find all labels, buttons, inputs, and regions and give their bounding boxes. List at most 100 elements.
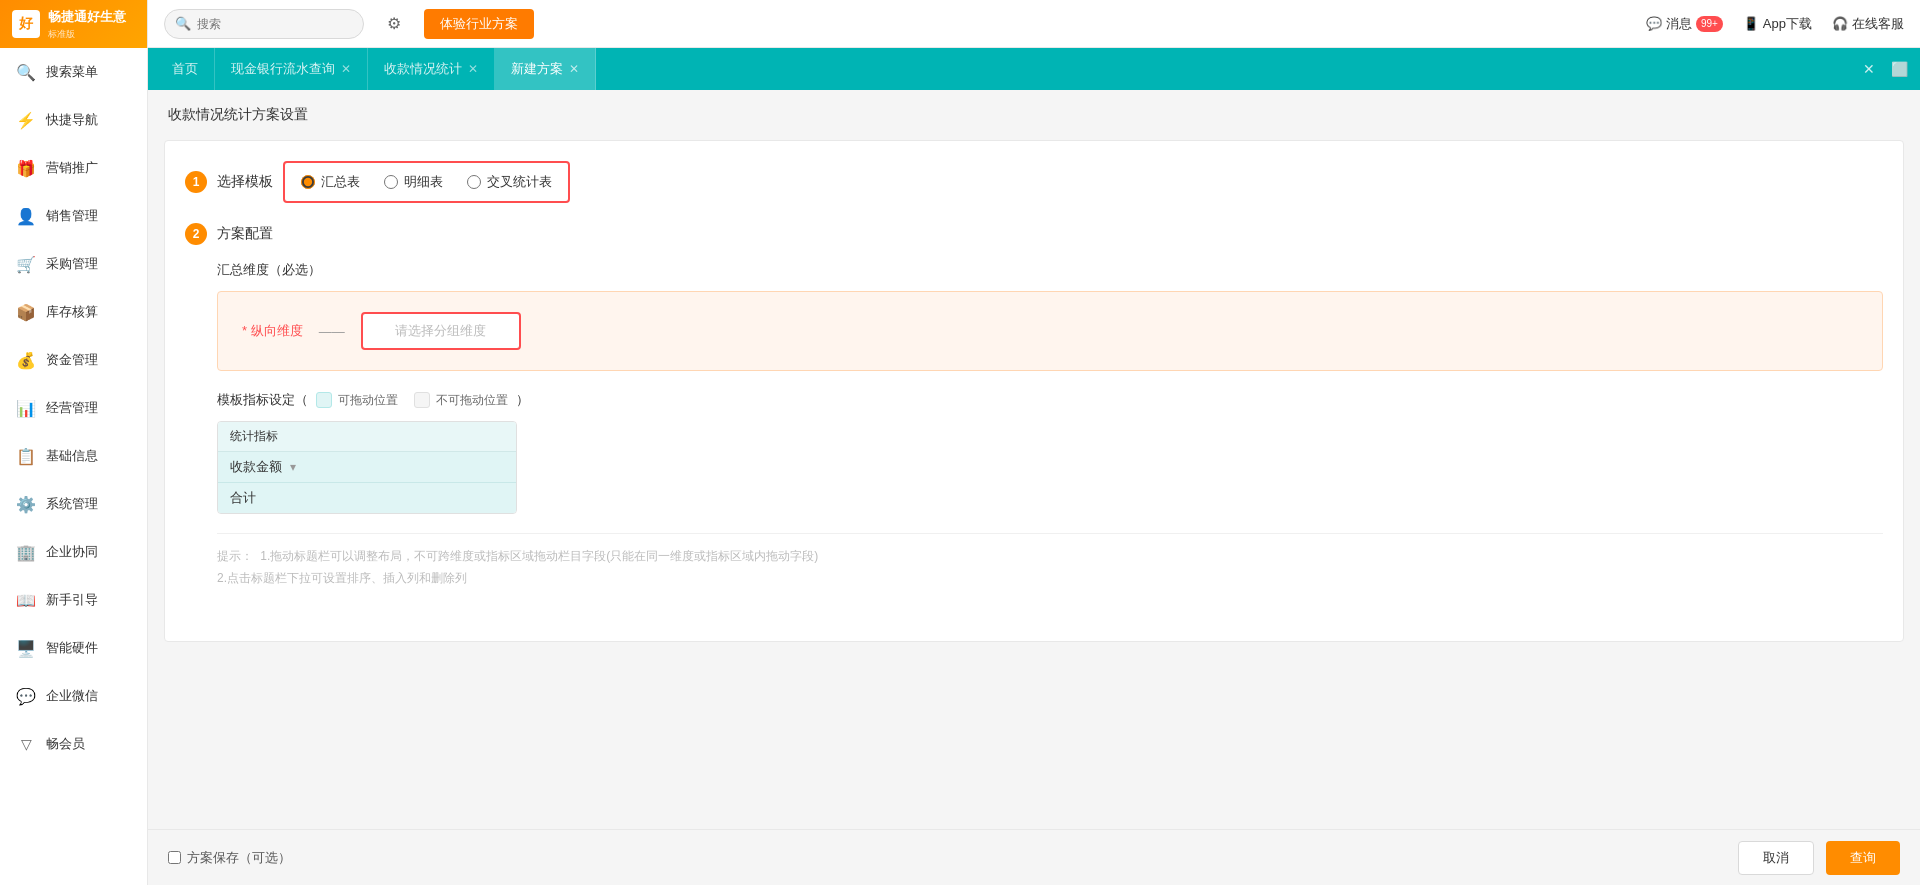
- step1-section: 1 选择模板 汇总表 明细表 交叉统计表: [185, 161, 1883, 203]
- topbar-right: 💬 消息 99+ 📱 App下载 🎧 在线客服: [1646, 15, 1904, 33]
- money-icon: 💰: [16, 351, 36, 370]
- dimension-row: 纵向维度 —— 请选择分组维度: [242, 312, 1858, 350]
- legend-draggable: 可拖动位置: [316, 392, 398, 409]
- sidebar: 好 畅捷通好生意 标准版 🔍 搜索菜单 ⚡ 快捷导航 🎁 营销推广 👤 销售管理…: [0, 0, 148, 885]
- sidebar-item-inventory[interactable]: 📦 库存核算: [0, 288, 147, 336]
- radio-summary[interactable]: 汇总表: [301, 173, 360, 191]
- sidebar-item-system[interactable]: ⚙️ 系统管理: [0, 480, 147, 528]
- metrics-chevron-0[interactable]: ▾: [290, 460, 296, 474]
- sidebar-item-guide[interactable]: 📖 新手引导: [0, 576, 147, 624]
- sidebar-item-finance[interactable]: 💰 资金管理: [0, 336, 147, 384]
- search-input[interactable]: [197, 17, 337, 31]
- gift-icon: 🎁: [16, 159, 36, 178]
- industry-btn[interactable]: 体验行业方案: [424, 9, 534, 39]
- support-btn[interactable]: 🎧 在线客服: [1832, 15, 1904, 33]
- content-area: 收款情况统计方案设置 1 选择模板 汇总表 明细表: [148, 90, 1920, 829]
- sidebar-item-operation[interactable]: 📊 经营管理: [0, 384, 147, 432]
- sidebar-item-label: 资金管理: [46, 351, 98, 369]
- window-maximize-icon[interactable]: ⬜: [1887, 57, 1912, 81]
- cancel-button[interactable]: 取消: [1738, 841, 1814, 875]
- radio-cross[interactable]: 交叉统计表: [467, 173, 552, 191]
- topbar: 🔍 ⚙ 体验行业方案 💬 消息 99+ 📱 App下载 🎧 在线客服: [148, 0, 1920, 48]
- logo-text: 畅捷通好生意: [48, 8, 126, 26]
- legend-draggable-label: 可拖动位置: [338, 392, 398, 409]
- tab-new-plan-label: 新建方案: [511, 60, 563, 78]
- step1-title: 选择模板: [217, 173, 273, 191]
- tab-receipt-stats[interactable]: 收款情况统计 ✕: [368, 48, 495, 90]
- dimension-label: 纵向维度: [242, 322, 303, 340]
- metrics-setting: 模板指标设定（ 可拖动位置 不可拖动位置: [217, 391, 1883, 517]
- settings-gear-icon[interactable]: ⚙: [380, 10, 408, 38]
- sidebar-item-search[interactable]: 🔍 搜索菜单: [0, 48, 147, 96]
- sidebar-item-marketing[interactable]: 🎁 营销推广: [0, 144, 147, 192]
- metrics-legend: 可拖动位置 不可拖动位置: [316, 392, 508, 409]
- main-area: 🔍 ⚙ 体验行业方案 💬 消息 99+ 📱 App下载 🎧 在线客服 首页: [148, 0, 1920, 885]
- sidebar-item-quicknav[interactable]: ⚡ 快捷导航: [0, 96, 147, 144]
- monitor-icon: 🖥️: [16, 639, 36, 658]
- messages-btn[interactable]: 💬 消息 99+: [1646, 15, 1723, 33]
- cart-icon: 🛒: [16, 255, 36, 274]
- sidebar-logo: 好 畅捷通好生意 标准版: [0, 0, 147, 48]
- footer-save-option: 方案保存（可选）: [168, 849, 291, 867]
- tab-bank-flow[interactable]: 现金银行流水查询 ✕: [215, 48, 368, 90]
- page-title: 收款情况统计方案设置: [164, 106, 1904, 124]
- tab-bank-flow-close[interactable]: ✕: [341, 62, 351, 76]
- tab-new-plan[interactable]: 新建方案 ✕: [495, 48, 596, 90]
- download-icon: 📱: [1743, 16, 1759, 31]
- metrics-title-close-paren: ）: [516, 391, 529, 409]
- sidebar-item-label: 快捷导航: [46, 111, 98, 129]
- sidebar-item-label: 经营管理: [46, 399, 98, 417]
- chart-icon: 📊: [16, 399, 36, 418]
- sidebar-item-label: 库存核算: [46, 303, 98, 321]
- tab-receipt-stats-close[interactable]: ✕: [468, 62, 478, 76]
- window-close-icon[interactable]: ✕: [1859, 57, 1879, 81]
- save-checkbox[interactable]: [168, 851, 181, 864]
- sidebar-item-wechat[interactable]: 💬 企业微信: [0, 672, 147, 720]
- download-label: App下载: [1763, 15, 1812, 33]
- step2-badge: 2: [185, 223, 207, 245]
- tab-home[interactable]: 首页: [156, 48, 215, 90]
- dimension-select-box[interactable]: 请选择分组维度: [361, 312, 521, 350]
- metrics-header: 模板指标设定（ 可拖动位置 不可拖动位置: [217, 391, 1883, 409]
- template-select-area: 汇总表 明细表 交叉统计表: [283, 161, 570, 203]
- metrics-table-header: 统计指标: [218, 422, 516, 452]
- tip-text-1: 2.点击标题栏下拉可设置排序、插入列和删除列: [217, 571, 467, 585]
- tab-bank-flow-label: 现金银行流水查询: [231, 60, 335, 78]
- search-bar[interactable]: 🔍: [164, 9, 364, 39]
- tab-new-plan-close[interactable]: ✕: [569, 62, 579, 76]
- tab-home-label: 首页: [172, 60, 198, 78]
- step2-header: 2 方案配置: [185, 223, 1883, 245]
- book-icon: 📖: [16, 591, 36, 610]
- metrics-table: 统计指标 收款金额 ▾ 合计: [217, 421, 517, 514]
- dimension-section-title: 汇总维度（必选）: [217, 261, 1883, 279]
- legend-non-draggable: 不可拖动位置: [414, 392, 508, 409]
- save-label: 方案保存（可选）: [187, 849, 291, 867]
- sidebar-item-basic-info[interactable]: 📋 基础信息: [0, 432, 147, 480]
- support-label: 在线客服: [1852, 15, 1904, 33]
- search-icon: 🔍: [16, 63, 36, 82]
- radio-summary-input[interactable]: [301, 175, 315, 189]
- metrics-row-1: 合计: [218, 483, 516, 513]
- crown-icon: ▽: [16, 736, 36, 752]
- sidebar-item-smart-hw[interactable]: 🖥️ 智能硬件: [0, 624, 147, 672]
- flash-icon: ⚡: [16, 111, 36, 130]
- sidebar-item-enterprise[interactable]: 🏢 企业协同: [0, 528, 147, 576]
- sidebar-item-label: 基础信息: [46, 447, 98, 465]
- sidebar-item-sales[interactable]: 👤 销售管理: [0, 192, 147, 240]
- support-icon: 🎧: [1832, 16, 1848, 31]
- sidebar-item-purchase[interactable]: 🛒 采购管理: [0, 240, 147, 288]
- footer-bar: 方案保存（可选） 取消 查询: [148, 829, 1920, 885]
- sidebar-item-label: 销售管理: [46, 207, 98, 225]
- radio-detail[interactable]: 明细表: [384, 173, 443, 191]
- radio-cross-input[interactable]: [467, 175, 481, 189]
- legend-nondraggable-label: 不可拖动位置: [436, 392, 508, 409]
- download-btn[interactable]: 📱 App下载: [1743, 15, 1812, 33]
- gear-icon: ⚙️: [16, 495, 36, 514]
- sidebar-item-label: 营销推广: [46, 159, 98, 177]
- dimension-area: 纵向维度 —— 请选择分组维度: [217, 291, 1883, 371]
- sidebar-item-member[interactable]: ▽ 畅会员: [0, 720, 147, 768]
- messages-badge: 99+: [1696, 16, 1723, 32]
- query-button[interactable]: 查询: [1826, 841, 1900, 875]
- tip-text-0: 1.拖动标题栏可以调整布局，不可跨维度或指标区域拖动栏目字段(只能在同一维度或指…: [260, 549, 818, 563]
- radio-detail-input[interactable]: [384, 175, 398, 189]
